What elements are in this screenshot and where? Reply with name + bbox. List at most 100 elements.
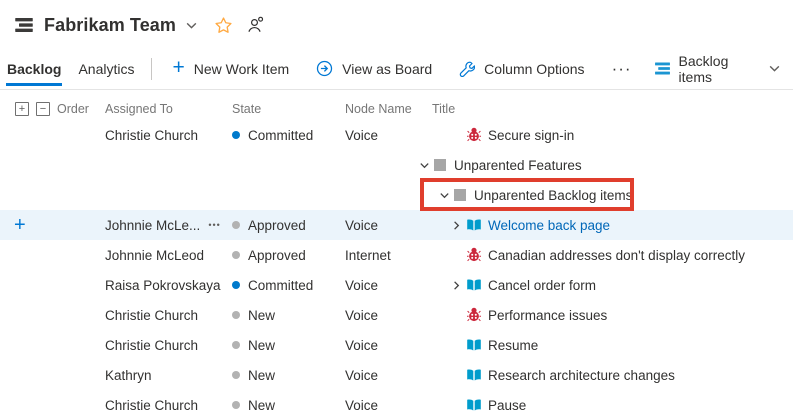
grid-rows: Christie ChurchCommittedVoiceSecure sign… <box>0 120 793 420</box>
tree-chevron-right-icon[interactable] <box>451 220 466 231</box>
add-work-item-button[interactable]: + <box>14 215 26 235</box>
tree-chevron-down-icon[interactable] <box>439 190 454 201</box>
backlog-level-selector[interactable]: Backlog items <box>654 53 781 85</box>
bug-icon <box>466 247 482 263</box>
title-cell[interactable]: Unparented Features <box>415 150 793 180</box>
assigned-to-cell: Christie Church <box>105 128 232 143</box>
order-header-cell: + − Order <box>0 102 105 116</box>
title-text: Pause <box>488 398 526 413</box>
favorite-star-icon[interactable] <box>214 16 233 35</box>
command-bar: Backlog Analytics + New Work Item View a… <box>0 48 793 90</box>
team-members-icon[interactable] <box>247 16 265 34</box>
view-as-board-label: View as Board <box>342 61 432 77</box>
backlog-grid: + − Order Assigned To State Node Name Ti… <box>0 90 793 420</box>
new-work-item-button[interactable]: + New Work Item <box>172 59 289 78</box>
assigned-to-value: Raisa Pokrovskaya <box>105 278 221 293</box>
expand-all-button[interactable]: + <box>15 102 29 116</box>
table-row[interactable]: Johnnie McLeodApprovedInternetCanadian a… <box>0 240 793 270</box>
title-text: Resume <box>488 338 538 353</box>
backlog-level-label: Backlog items <box>679 53 759 85</box>
node-name-value: Voice <box>345 218 378 233</box>
node-name-value: Internet <box>345 248 391 263</box>
backlog-page: Fabrikam Team Backlog Analytics + New Wo… <box>0 0 793 418</box>
state-value: New <box>248 368 275 383</box>
state-dot-icon <box>232 311 240 319</box>
chevron-down-icon[interactable] <box>185 19 198 32</box>
tab-analytics[interactable]: Analytics <box>77 48 135 89</box>
title-cell[interactable]: Cancel order form <box>415 270 793 300</box>
state-cell: New <box>232 338 345 353</box>
node-name-value: Voice <box>345 338 378 353</box>
assigned-to-cell: Kathryn <box>105 368 232 383</box>
view-as-board-button[interactable]: View as Board <box>316 60 432 77</box>
book-icon <box>466 367 482 383</box>
bug-icon <box>466 127 482 143</box>
title-cell[interactable]: Secure sign-in <box>415 120 793 150</box>
column-header-order: Order <box>57 102 89 116</box>
table-row[interactable]: Christie ChurchNewVoicePause <box>0 390 793 420</box>
title-text: Secure sign-in <box>488 128 574 143</box>
title-cell[interactable]: Pause <box>415 390 793 420</box>
toolbar-divider <box>151 58 152 80</box>
state-cell: Committed <box>232 128 345 143</box>
column-options-button[interactable]: Column Options <box>459 61 584 77</box>
assigned-to-value: Christie Church <box>105 338 198 353</box>
title-text: Canadian addresses don't display correct… <box>488 248 745 263</box>
state-dot-icon <box>232 281 240 289</box>
title-cell[interactable]: Resume <box>415 330 793 360</box>
node-name-cell: Voice <box>345 278 415 293</box>
tab-backlog[interactable]: Backlog <box>6 48 62 89</box>
state-value: New <box>248 338 275 353</box>
backlog-items-icon <box>654 60 671 77</box>
table-row[interactable]: Christie ChurchCommittedVoice Secure sign… <box>0 120 793 150</box>
state-cell: New <box>232 398 345 413</box>
assigned-to-value: Johnnie McLeod <box>105 248 204 263</box>
column-header-state: State <box>232 102 345 116</box>
page-header: Fabrikam Team <box>0 0 793 48</box>
column-header-node-name: Node Name <box>345 102 415 116</box>
collapse-all-button[interactable]: − <box>36 102 50 116</box>
tab-backlog-label: Backlog <box>7 61 61 77</box>
state-value: New <box>248 398 275 413</box>
column-options-label: Column Options <box>484 61 584 77</box>
node-name-cell: Internet <box>345 248 415 263</box>
tree-chevron-right-icon[interactable] <box>451 280 466 291</box>
title-cell[interactable]: Canadian addresses don't display correct… <box>415 240 793 270</box>
state-dot-icon <box>232 131 240 139</box>
node-name-value: Voice <box>345 278 378 293</box>
node-name-cell: Voice <box>345 368 415 383</box>
page-title: Fabrikam Team <box>44 15 176 36</box>
node-name-cell: Voice <box>345 128 415 143</box>
book-icon <box>466 397 482 413</box>
state-dot-icon <box>232 221 240 229</box>
group-row[interactable]: Unparented Features <box>0 150 793 180</box>
state-cell: Approved <box>232 218 345 233</box>
table-row[interactable]: Christie Church New Voice Resume <box>0 330 793 360</box>
group-row[interactable]: Unparented Backlog items <box>0 180 793 210</box>
table-row[interactable]: Christie ChurchNewVoicePerformance issue… <box>0 300 793 330</box>
assigned-to-value: Johnnie McLe... <box>105 218 200 233</box>
title-cell[interactable]: Welcome back page <box>415 210 793 240</box>
table-row[interactable]: Kathryn New Voice Research architecture cha… <box>0 360 793 390</box>
assigned-to-cell: Johnnie McLeod <box>105 248 232 263</box>
circle-arrow-icon <box>316 60 333 77</box>
title-cell[interactable]: Performance issues <box>415 300 793 330</box>
node-name-value: Voice <box>345 368 378 383</box>
table-row[interactable]: Raisa PokrovskayaCommittedVoiceCancel or… <box>0 270 793 300</box>
group-square-icon <box>454 189 466 201</box>
bug-icon <box>466 307 482 323</box>
title-text: Unparented Features <box>454 158 582 173</box>
table-row[interactable]: + Johnnie McLe... ••• Approved Voice Welcome … <box>0 210 793 240</box>
plus-icon: + <box>172 57 184 78</box>
title-cell[interactable]: Research architecture changes <box>415 360 793 390</box>
more-options-button[interactable]: ··· <box>612 59 632 79</box>
tree-chevron-down-icon[interactable] <box>419 160 434 171</box>
node-name-cell: Voice <box>345 218 415 233</box>
book-icon <box>466 337 482 353</box>
title-cell[interactable]: Unparented Backlog items <box>415 180 793 210</box>
state-value: Approved <box>248 218 306 233</box>
title-text[interactable]: Welcome back page <box>488 218 610 233</box>
column-header-assigned-to: Assigned To <box>105 102 232 116</box>
column-header-title: Title <box>415 102 793 116</box>
context-menu-icon[interactable]: ••• <box>208 220 220 230</box>
